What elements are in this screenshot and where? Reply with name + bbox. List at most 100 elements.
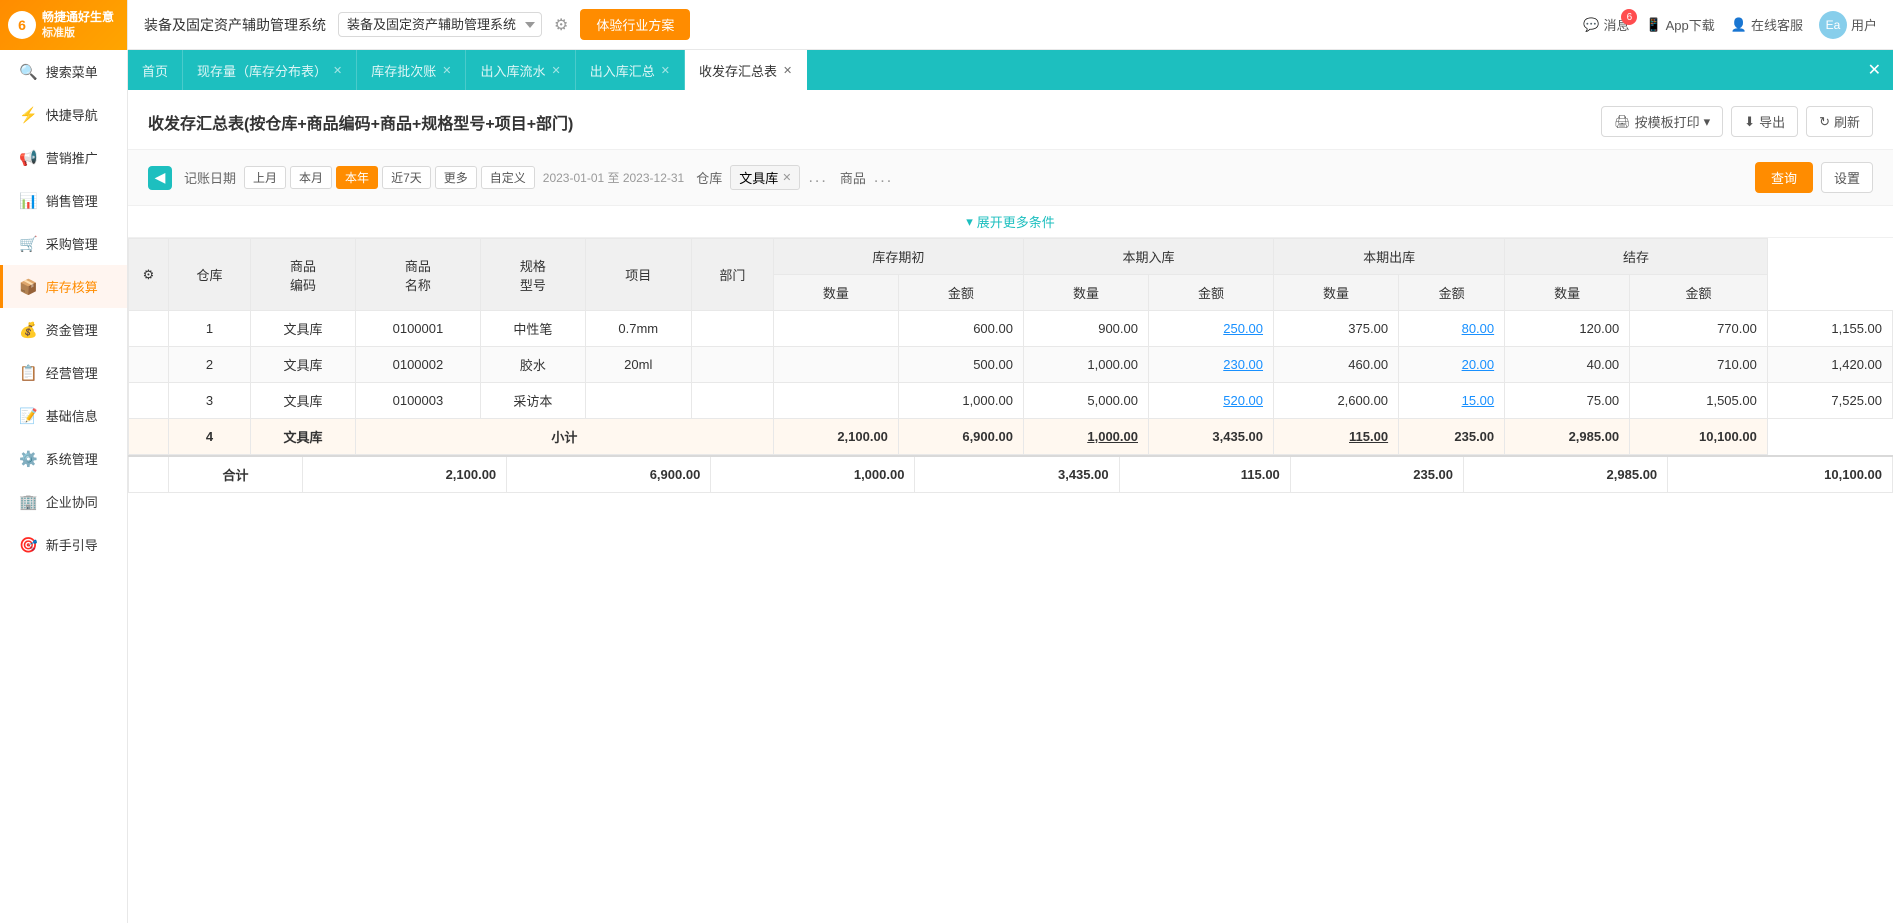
close-icon[interactable]: ✕ (552, 64, 561, 77)
date-more-btn[interactable]: 更多 (435, 166, 477, 189)
date-curr-year-btn[interactable]: 本年 (336, 166, 378, 189)
content-inner: 收发存汇总表(按仓库+商品编码+商品+规格型号+项目+部门) 🖨 按模板打印 ▾… (128, 90, 1893, 923)
th-bal-qty: 数量 (1505, 275, 1630, 311)
online-service-label: 在线客服 (1751, 15, 1803, 34)
date-7days-btn[interactable]: 近7天 (382, 166, 431, 189)
user-btn[interactable]: Ea 用户 (1819, 11, 1877, 39)
subtotal-bal-qty: 2,985.00 (1505, 419, 1630, 455)
row-project (691, 383, 773, 419)
row-in-qty[interactable]: 520.00 (1148, 383, 1273, 419)
tab-recv-send-summary[interactable]: 收发存汇总表 ✕ (685, 50, 807, 90)
product-label: 商品 (840, 168, 866, 187)
sidebar-icon-basic-info: 📝 (19, 407, 38, 425)
close-icon[interactable]: ✕ (442, 64, 451, 77)
row-code: 0100002 (355, 347, 480, 383)
sidebar-label-guide: 新手引导 (46, 535, 98, 554)
sidebar-item-system[interactable]: ⚙️系统管理 (0, 437, 127, 480)
subtotal-settings (129, 419, 169, 455)
row-open-amt: 900.00 (1023, 311, 1148, 347)
th-balance: 结存 (1505, 239, 1768, 275)
filter-toggle-button[interactable]: ◀ (148, 166, 172, 190)
warehouse-tag-close[interactable]: ✕ (782, 171, 791, 184)
row-product: 采访本 (480, 383, 585, 419)
logo-text: 畅捷通好生意 标准版 (42, 10, 114, 40)
subtotal-out-amt: 235.00 (1399, 419, 1505, 455)
sidebar-item-purchase[interactable]: 🛒采购管理 (0, 222, 127, 265)
row-product: 胶水 (480, 347, 585, 383)
row-spec: 20ml (585, 347, 691, 383)
sidebar-item-inventory[interactable]: 📦库存核算 (0, 265, 127, 308)
row-product: 中性笔 (480, 311, 585, 347)
date-label: 记账日期 (184, 168, 236, 187)
sidebar-item-operations[interactable]: 📋经营管理 (0, 351, 127, 394)
messages-btn[interactable]: 💬 6 消息 (1583, 15, 1629, 34)
total-in-amt: 3,435.00 (915, 456, 1119, 493)
topbar: 装备及固定资产辅助管理系统 装备及固定资产辅助管理系统 ⚙ 体验行业方案 💬 6… (128, 0, 1893, 50)
product-more-btn[interactable]: ... (874, 169, 893, 187)
tab-batch-ledger[interactable]: 库存批次账 ✕ (357, 50, 466, 90)
tab-inout-flow[interactable]: 出入库流水 ✕ (466, 50, 575, 90)
sidebar-label-basic-info: 基础信息 (46, 406, 98, 425)
sidebar-item-basic-info[interactable]: 📝 基础信息 (0, 394, 127, 437)
sidebar-icon-inventory: 📦 (19, 278, 38, 296)
row-out-amt: 40.00 (1505, 347, 1630, 383)
tab-home[interactable]: 首页 (128, 50, 183, 90)
tab-inventory-distribution[interactable]: 现存量（库存分布表） ✕ (183, 50, 357, 90)
date-curr-month-btn[interactable]: 本月 (290, 166, 332, 189)
query-button[interactable]: 查询 (1755, 162, 1813, 193)
sidebar-item-marketing[interactable]: 📢营销推广 (0, 136, 127, 179)
tabbar-close-button[interactable]: ✕ (1856, 60, 1893, 80)
sidebar-item-sales[interactable]: 📊销售管理 (0, 179, 127, 222)
subtotal-in-qty[interactable]: 1,000.00 (1023, 419, 1148, 455)
sidebar-item-quick-nav[interactable]: ⚡快捷导航 (0, 93, 127, 136)
row-out-qty[interactable]: 20.00 (1399, 347, 1505, 383)
trial-button[interactable]: 体验行业方案 (580, 9, 690, 40)
row-in-qty[interactable]: 230.00 (1148, 347, 1273, 383)
row-project (691, 347, 773, 383)
export-button[interactable]: ⬇ 导出 (1731, 106, 1798, 137)
row-dept (773, 347, 898, 383)
sidebar-item-search[interactable]: 🔍搜索菜单 (0, 50, 127, 93)
system-select[interactable]: 装备及固定资产辅助管理系统 (338, 12, 542, 37)
th-open-qty: 数量 (773, 275, 898, 311)
tab-inout-flow-label: 出入库流水 (480, 61, 545, 80)
row-in-qty[interactable]: 250.00 (1148, 311, 1273, 347)
filter-bar: ◀ 记账日期 上月 本月 本年 近7天 更多 自定义 2023-01-01 至 … (128, 150, 1893, 206)
row-dept (773, 311, 898, 347)
close-icon[interactable]: ✕ (783, 64, 792, 77)
sidebar-item-enterprise[interactable]: 🏢企业协同 (0, 480, 127, 523)
row-out-qty[interactable]: 15.00 (1399, 383, 1505, 419)
table-row: 3 文具库 0100003 采访本 1,000.00 5,000.00 520.… (129, 383, 1893, 419)
th-open-amt: 金额 (898, 275, 1023, 311)
row-open-qty: 500.00 (898, 347, 1023, 383)
row-out-qty[interactable]: 80.00 (1399, 311, 1505, 347)
tab-batch-ledger-label: 库存批次账 (371, 61, 436, 80)
print-button[interactable]: 🖨 按模板打印 ▾ (1601, 106, 1723, 137)
row-open-amt: 5,000.00 (1023, 383, 1148, 419)
th-in: 本期入库 (1023, 239, 1273, 275)
th-out-amt: 金额 (1399, 275, 1505, 311)
close-icon[interactable]: ✕ (661, 64, 670, 77)
tab-inout-summary[interactable]: 出入库汇总 ✕ (576, 50, 685, 90)
date-options: 上月 本月 本年 近7天 更多 自定义 (244, 166, 535, 189)
close-icon[interactable]: ✕ (333, 64, 342, 77)
row-open-qty: 600.00 (898, 311, 1023, 347)
date-custom-btn[interactable]: 自定义 (481, 166, 535, 189)
sidebar-item-finance[interactable]: 💰资金管理 (0, 308, 127, 351)
th-dept: 部门 (691, 239, 773, 311)
settings-button[interactable]: 设置 (1821, 162, 1873, 193)
expand-filter-btn[interactable]: ▾ 展开更多条件 (966, 212, 1055, 231)
sidebar-icon-purchase: 🛒 (19, 235, 38, 253)
total-bal-qty: 2,985.00 (1464, 456, 1668, 493)
date-prev-month-btn[interactable]: 上月 (244, 166, 286, 189)
gear-icon[interactable]: ⚙ (554, 15, 568, 35)
th-warehouse: 仓库 (169, 239, 251, 311)
chevron-down-icon: ▾ (1704, 114, 1711, 130)
app-download-btn[interactable]: 📱 App下载 (1645, 15, 1714, 34)
refresh-button[interactable]: ↻ 刷新 (1806, 106, 1873, 137)
row-no: 1 (169, 311, 251, 347)
online-service-btn[interactable]: 👤 在线客服 (1731, 15, 1803, 34)
sidebar-item-guide[interactable]: 🎯新手引导 (0, 523, 127, 566)
warehouse-more-btn[interactable]: ... (808, 169, 827, 187)
subtotal-out-qty[interactable]: 115.00 (1274, 419, 1399, 455)
